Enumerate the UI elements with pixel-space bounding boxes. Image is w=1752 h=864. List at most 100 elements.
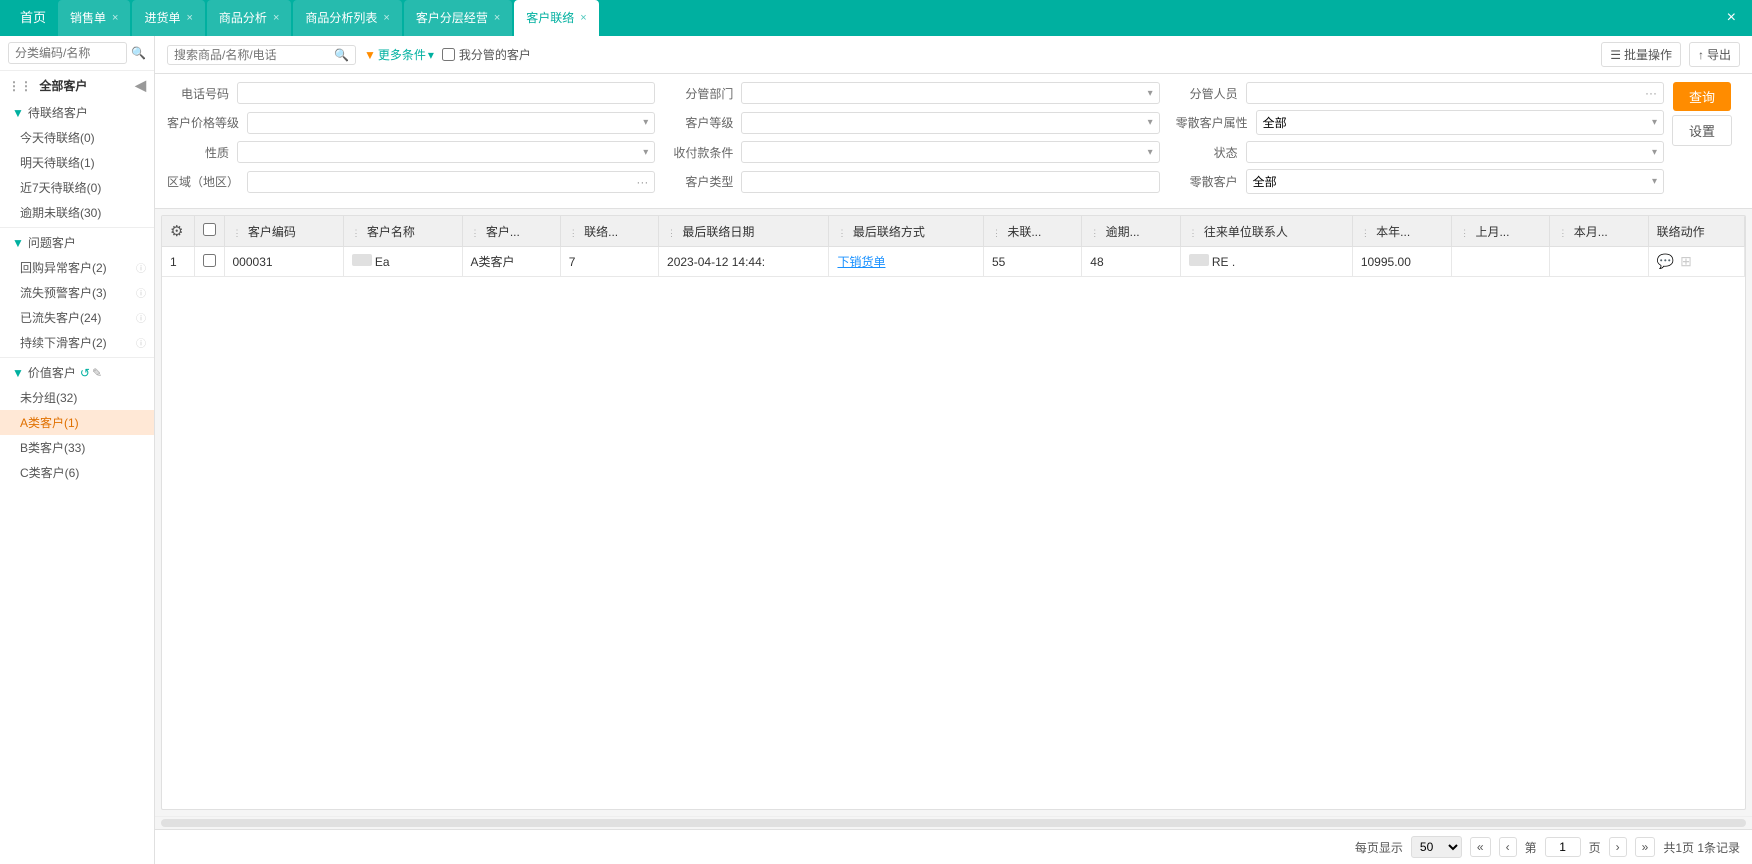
dept-input-field[interactable] <box>748 86 1147 100</box>
sidebar-item-ungroup[interactable]: 未分组(32) <box>0 385 154 410</box>
region-select[interactable]: ··· <box>247 171 655 193</box>
table-row: 1 000031 Ea A类客户 7 2023-04-12 14:44: <box>162 247 1745 277</box>
cell-last-month <box>1452 247 1550 277</box>
th-settings: ⚙ <box>162 216 194 247</box>
cust-level-arrow: ▾ <box>1148 117 1153 128</box>
close-tab-customer-layer[interactable]: × <box>494 0 500 36</box>
settings-gear-icon[interactable]: ⚙ <box>170 223 183 240</box>
sidebar-collapse-btn[interactable]: ◀ <box>135 77 146 94</box>
edit-icon[interactable]: ✎ <box>92 366 102 380</box>
sidebar-item-7days[interactable]: 近7天待联络(0) <box>0 175 154 200</box>
grid-icon: ⋮⋮ <box>8 79 32 93</box>
sidebar-item-churn-warning[interactable]: 流失预警客户(3) ⓘ <box>0 280 154 305</box>
nav-tab-customer-contact[interactable]: 客户联络 × <box>514 0 598 36</box>
filter-field-person: 分管人员 ··· <box>1176 82 1664 104</box>
dept-select[interactable]: ▾ <box>741 82 1159 104</box>
sidebar-group-value[interactable]: ▼ 价值客户 ↺ ✎ <box>0 360 154 385</box>
status-select[interactable]: ▾ <box>1246 141 1664 163</box>
close-tab-sales[interactable]: × <box>112 0 118 36</box>
cell-actions: 💬 ⊞ <box>1648 247 1744 277</box>
total-label: 共1页 1条记录 <box>1663 839 1740 856</box>
cust-level-select[interactable]: ▾ <box>741 112 1159 134</box>
close-tab-analysis-list[interactable]: × <box>383 0 389 36</box>
last-method-link[interactable]: 下销货单 <box>837 255 885 269</box>
export-btn[interactable]: ↑ 导出 <box>1689 42 1740 67</box>
status-input[interactable] <box>1253 145 1652 159</box>
first-page-btn[interactable]: « <box>1470 837 1491 857</box>
cust-type-input-field[interactable] <box>748 175 1152 189</box>
sidebar-item-repurchase-abnormal[interactable]: 回购异常客户(2) ⓘ <box>0 255 154 280</box>
cust-level-input[interactable] <box>748 116 1147 130</box>
filter-more-btn[interactable]: ▼ 更多条件 ▾ <box>364 46 434 63</box>
retail-cust-select[interactable]: 全部 ▾ <box>1246 169 1664 194</box>
per-page-select[interactable]: 50 100 200 <box>1411 836 1462 858</box>
payment-select[interactable]: ▾ <box>741 141 1159 163</box>
close-tab-purchase[interactable]: × <box>186 0 192 36</box>
info-icon-churned: ⓘ <box>136 310 146 325</box>
cell-cust-type: A类客户 <box>462 247 560 277</box>
sidebar-item-declining[interactable]: 持续下滑客户(2) ⓘ <box>0 330 154 355</box>
sidebar-search-icon[interactable]: 🔍 <box>131 46 146 60</box>
person-input-field[interactable] <box>1253 86 1645 100</box>
nature-select[interactable]: ▾ <box>237 141 655 163</box>
sidebar-search-input[interactable] <box>8 42 127 64</box>
sidebar-all-customers[interactable]: ⋮⋮ 全部客户 ◀ <box>0 71 154 100</box>
nav-tab-sales[interactable]: 销售单 × <box>58 0 130 36</box>
region-dots[interactable]: ··· <box>636 175 648 189</box>
th-code: ⋮ 客户编码 <box>224 216 343 247</box>
h-scrollbar[interactable] <box>161 819 1746 827</box>
nav-tab-analysis-list[interactable]: 商品分析列表 × <box>293 0 401 36</box>
sidebar-group-problem[interactable]: ▼ 问题客户 <box>0 230 154 255</box>
my-customers-checkbox[interactable] <box>442 48 455 61</box>
table-header-row: ⚙ ⋮ 客户编码 ⋮ 客户名称 <box>162 216 1745 247</box>
sidebar-item-a-class[interactable]: A类客户(1) <box>0 410 154 435</box>
sidebar-item-b-class[interactable]: B类客户(33) <box>0 435 154 460</box>
close-tab-customer-contact[interactable]: × <box>580 0 586 36</box>
th-name: ⋮ 客户名称 <box>343 216 462 247</box>
th-last-month: ⋮ 上月... <box>1452 216 1550 247</box>
nav-tab-customer-layer[interactable]: 客户分层经营 × <box>404 0 512 36</box>
per-page-label: 每页显示 <box>1355 839 1403 856</box>
nav-tab-purchase[interactable]: 进货单 × <box>132 0 204 36</box>
retail-attr-arrow: ▾ <box>1652 117 1657 128</box>
refresh-icon[interactable]: ↺ <box>80 366 90 380</box>
filter-search-input[interactable] <box>174 48 334 62</box>
page-input[interactable] <box>1545 837 1581 857</box>
sidebar-item-tomorrow[interactable]: 明天待联络(1) <box>0 150 154 175</box>
table-area: ⚙ ⋮ 客户编码 ⋮ 客户名称 <box>161 215 1746 810</box>
filter-search-wrap: 🔍 <box>167 45 356 65</box>
bulk-op-btn[interactable]: ☰ 批量操作 <box>1601 42 1681 67</box>
nature-input[interactable] <box>244 145 643 159</box>
select-all-checkbox[interactable] <box>203 223 216 236</box>
sidebar-item-overdue[interactable]: 逾期未联络(30) <box>0 200 154 225</box>
region-input[interactable] <box>254 175 636 189</box>
info-icon-churn: ⓘ <box>136 285 146 300</box>
sidebar-item-today[interactable]: 今天待联络(0) <box>0 125 154 150</box>
next-page-btn[interactable]: › <box>1609 837 1627 857</box>
sidebar-item-churned[interactable]: 已流失客户(24) ⓘ <box>0 305 154 330</box>
phone-input-field[interactable] <box>244 86 648 100</box>
phone-input[interactable] <box>237 82 655 104</box>
cust-type-input[interactable] <box>741 171 1159 193</box>
my-customers-check[interactable]: 我分管的客户 <box>442 46 531 63</box>
prev-page-btn[interactable]: ‹ <box>1499 837 1517 857</box>
retail-attr-select[interactable]: 全部 ▾ <box>1256 110 1664 135</box>
row-checkbox[interactable] <box>203 254 216 267</box>
last-page-btn[interactable]: » <box>1635 837 1656 857</box>
grid-action-icon[interactable]: ⊞ <box>1680 253 1692 270</box>
chat-action-icon[interactable]: 💬 <box>1657 253 1674 270</box>
query-btn[interactable]: 查询 <box>1673 82 1731 111</box>
filter-search-icon[interactable]: 🔍 <box>334 48 349 62</box>
nav-tab-analysis[interactable]: 商品分析 × <box>207 0 291 36</box>
person-dots[interactable]: ··· <box>1645 86 1657 100</box>
sidebar-item-c-class[interactable]: C类客户(6) <box>0 460 154 485</box>
person-select[interactable]: ··· <box>1246 82 1664 104</box>
window-close-btn[interactable]: × <box>1719 9 1744 27</box>
set-btn[interactable]: 设置 <box>1672 115 1732 146</box>
sidebar-group-pending[interactable]: ▼ 待联络客户 <box>0 100 154 125</box>
payment-input[interactable] <box>748 145 1147 159</box>
price-level-select[interactable]: ▾ <box>247 112 655 134</box>
close-tab-analysis[interactable]: × <box>273 0 279 36</box>
nav-home[interactable]: 首页 <box>8 0 58 36</box>
price-level-input[interactable] <box>254 116 643 130</box>
